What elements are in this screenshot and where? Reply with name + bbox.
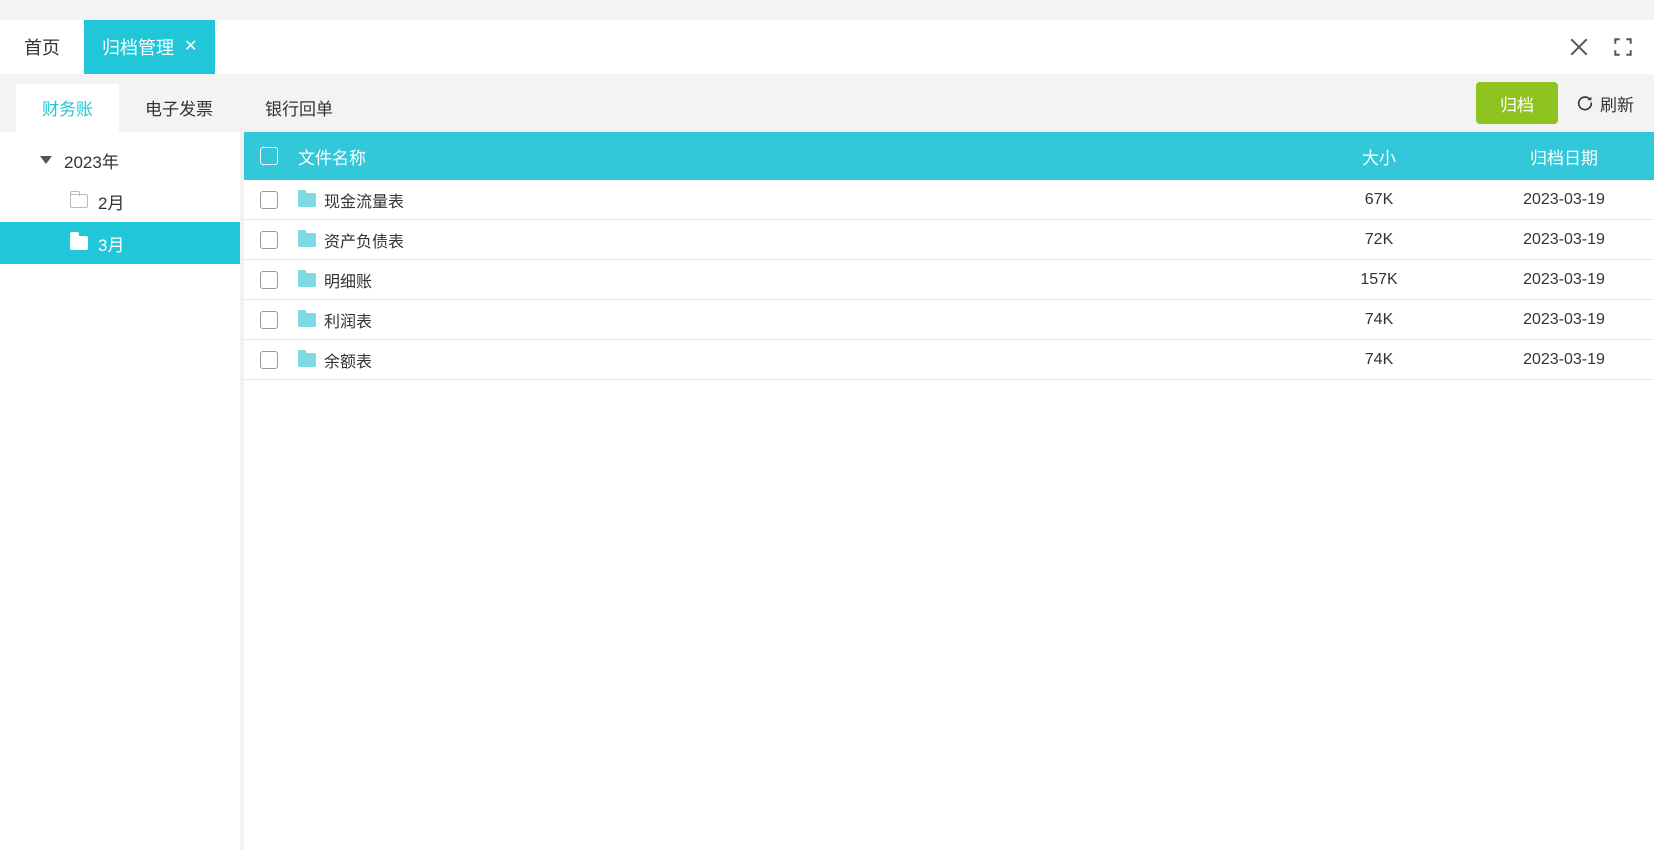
file-size: 67K [1284,191,1474,209]
toolbar: 财务账 电子发票 银行回单 归档 刷新 [0,74,1654,132]
file-folder-icon [298,193,316,207]
row-checkbox[interactable] [260,231,278,249]
refresh-label: 刷新 [1600,91,1634,116]
tab-label: 归档管理 [102,34,174,60]
file-size: 74K [1284,311,1474,329]
table-row[interactable]: 余额表 74K 2023-03-19 [244,340,1654,380]
file-name: 利润表 [324,308,372,332]
row-checkbox[interactable] [260,271,278,289]
file-date: 2023-03-19 [1474,231,1654,249]
content-area: 2023年 2月 3月 文件名称 大小 归档日期 现金流量表 67K 202 [0,132,1654,850]
file-name: 现金流量表 [324,188,404,212]
folder-icon [70,194,88,208]
main-panel: 文件名称 大小 归档日期 现金流量表 67K 2023-03-19 资产负债表 … [244,132,1654,850]
tree-month-mar[interactable]: 3月 [0,222,240,264]
tab-archive-management[interactable]: 归档管理 ✕ [84,20,215,74]
toolbar-tab-finance[interactable]: 财务账 [16,84,119,132]
close-tab-icon[interactable]: ✕ [184,39,197,55]
caret-down-icon [40,156,52,164]
row-checkbox[interactable] [260,191,278,209]
table-row[interactable]: 现金流量表 67K 2023-03-19 [244,180,1654,220]
table-row[interactable]: 利润表 74K 2023-03-19 [244,300,1654,340]
tab-home[interactable]: 首页 [0,20,84,74]
fullscreen-icon[interactable] [1612,36,1634,58]
close-icon[interactable] [1568,36,1590,58]
header-date: 归档日期 [1474,144,1654,169]
month-label: 2月 [98,189,124,214]
table-row[interactable]: 资产负债表 72K 2023-03-19 [244,220,1654,260]
select-all-checkbox[interactable] [260,147,278,165]
row-checkbox[interactable] [260,351,278,369]
header-name: 文件名称 [294,144,1284,169]
file-size: 157K [1284,271,1474,289]
tab-bar: 首页 归档管理 ✕ [0,20,1654,74]
toolbar-tab-einvoice[interactable]: 电子发票 [119,84,239,132]
file-size: 74K [1284,351,1474,369]
year-label: 2023年 [64,148,119,173]
tree-month-feb[interactable]: 2月 [0,180,240,222]
tree-year-node[interactable]: 2023年 [0,140,240,180]
archive-button[interactable]: 归档 [1476,82,1558,124]
folder-icon [70,236,88,250]
toolbar-actions: 归档 刷新 [1476,82,1634,124]
file-size: 72K [1284,231,1474,249]
file-folder-icon [298,273,316,287]
table-row[interactable]: 明细账 157K 2023-03-19 [244,260,1654,300]
refresh-button[interactable]: 刷新 [1576,91,1634,116]
file-date: 2023-03-19 [1474,311,1654,329]
row-checkbox[interactable] [260,311,278,329]
window-buttons [1568,36,1654,58]
file-name: 明细账 [324,268,372,292]
table-header: 文件名称 大小 归档日期 [244,132,1654,180]
top-spacer [0,0,1654,20]
file-date: 2023-03-19 [1474,191,1654,209]
file-name: 余额表 [324,348,372,372]
file-date: 2023-03-19 [1474,351,1654,369]
file-folder-icon [298,313,316,327]
file-name: 资产负债表 [324,228,404,252]
month-label: 3月 [98,231,124,256]
header-size: 大小 [1284,144,1474,169]
table-body: 现金流量表 67K 2023-03-19 资产负债表 72K 2023-03-1… [244,180,1654,380]
refresh-icon [1576,94,1594,112]
file-folder-icon [298,353,316,367]
toolbar-tab-bank[interactable]: 银行回单 [239,84,359,132]
file-folder-icon [298,233,316,247]
sidebar: 2023年 2月 3月 [0,132,240,850]
file-date: 2023-03-19 [1474,271,1654,289]
